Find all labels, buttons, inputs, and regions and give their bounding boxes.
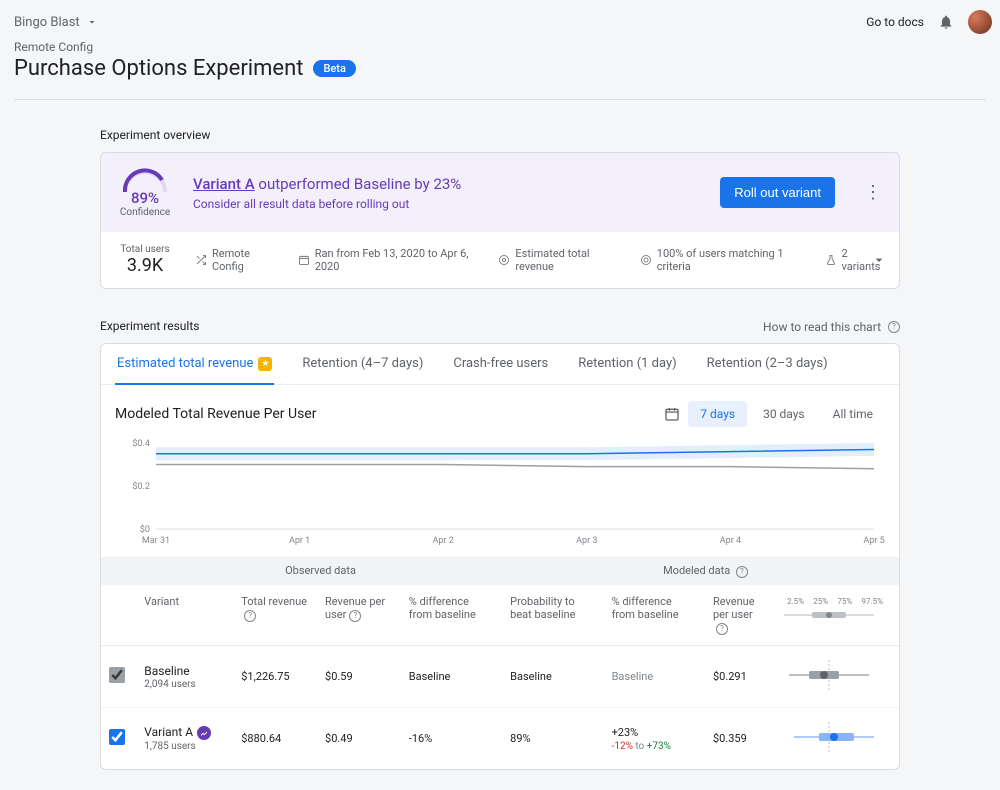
rev-per-user-modeled-cell: $0.291 [705,646,771,708]
svg-text:Apr 2: Apr 2 [433,536,454,546]
prob-beat-cell: Baseline [502,646,603,708]
rev-per-user-cell: $0.49 [317,708,401,770]
overview-card: 89% Confidence Variant A outperformed Ba… [100,152,900,289]
range-all-time[interactable]: All time [821,401,885,427]
shuffle-icon [195,254,207,266]
leader-icon [197,726,211,740]
total-revenue-cell: $880.64 [233,708,317,770]
meta-goal: Estimated total revenue [498,247,617,273]
table-row: Baseline2,094 users $1,226.75 $0.59 Base… [101,646,899,708]
svg-text:$0.2: $0.2 [132,481,150,492]
distribution-viz [779,722,879,752]
chevron-down-icon[interactable] [871,252,887,268]
col-revenue-per-user: Revenue per user? [317,585,401,646]
pct-diff-cell: -16% [401,708,502,770]
confidence-label: Confidence [120,207,170,218]
svg-text:$0: $0 [140,524,150,535]
overflow-menu-icon[interactable]: ⋮ [863,182,883,203]
target-icon [498,254,510,266]
calendar-icon[interactable] [664,406,680,422]
total-revenue-cell: $1,226.75 [233,646,317,708]
prob-beat-cell: 89% [502,708,603,770]
metric-tabs: Estimated total revenue ★ Retention (4–7… [101,344,899,385]
modeled-data-label: Modeled data ? [512,557,899,585]
flask-icon [825,254,837,266]
date-range-group: 7 days 30 days All time [664,401,885,427]
distribution-cell [771,708,899,770]
col-prob-beat: Probability to beat baseline [502,585,603,646]
caret-down-icon [86,16,98,28]
project-name: Bingo Blast [14,15,80,30]
calendar-icon [298,254,310,266]
range-7-days[interactable]: 7 days [688,401,747,427]
rev-per-user-cell: $0.59 [317,646,401,708]
page-title: Purchase Options Experiment [14,56,303,81]
pct-diff-modeled-cell: Baseline [604,646,705,708]
col-variant: Variant [136,585,233,646]
help-icon: ? [244,610,256,622]
svg-text:Apr 4: Apr 4 [720,536,741,546]
observed-data-label: Observed data [129,557,512,585]
beta-badge: Beta [313,60,355,77]
col-pct-diff-modeled: % difference from baseline [604,585,705,646]
how-to-read-link[interactable]: How to read this chart ? [763,320,900,334]
distribution-viz [779,660,879,690]
variant-checkbox[interactable] [109,729,125,745]
docs-link[interactable]: Go to docs [866,15,924,29]
rollout-button[interactable]: Roll out variant [720,177,835,208]
winning-variant-link[interactable]: Variant A [193,175,255,193]
pct-diff-cell: Baseline [401,646,502,708]
variant-checkbox[interactable] [109,667,125,683]
confidence-value: 89% [131,189,159,207]
svg-text:Mar 31: Mar 31 [142,536,170,546]
meta-source: Remote Config [195,247,276,273]
col-revenue-per-user-modeled: Revenue per user? [705,585,771,646]
svg-text:Apr 1: Apr 1 [289,536,310,546]
table-row: Variant A1,785 users $880.64 $0.49 -16% … [101,708,899,770]
primary-goal-icon: ★ [258,357,272,371]
bell-icon[interactable] [938,14,954,30]
table-group-header: Observed data Modeled data ? [101,557,899,585]
chart-title: Modeled Total Revenue Per User [115,406,316,422]
tab-crash-free[interactable]: Crash-free users [451,344,550,385]
range-30-days[interactable]: 30 days [751,401,817,427]
svg-text:Apr 3: Apr 3 [576,536,597,546]
rev-per-user-modeled-cell: $0.359 [705,708,771,770]
distribution-scale: 2.5%25%75%97.5% [779,595,891,610]
confidence-gauge: 89% Confidence [117,167,173,218]
total-users-label: Total users [120,244,169,255]
results-section-title: Experiment results [100,319,199,333]
col-total-revenue: Total revenue? [233,585,317,646]
meta-dates: Ran from Feb 13, 2020 to Apr 6, 2020 [298,247,477,273]
pct-diff-modeled-cell: +23%-12% to +73% [604,708,705,770]
results-card: Estimated total revenue ★ Retention (4–7… [100,343,900,770]
svg-text:Apr 5: Apr 5 [863,536,884,546]
tab-retention-2-3[interactable]: Retention (2–3 days) [705,344,830,385]
overview-subtext: Consider all result data before rolling … [193,197,700,211]
svg-text:$0.4: $0.4 [132,438,150,449]
results-table: Variant Total revenue? Revenue per user?… [101,585,899,769]
total-users-value: 3.9K [127,255,163,276]
variant-name-cell: Variant A1,785 users [136,708,233,770]
revenue-chart: $0 $0.2 $0.4 Mar 31 Apr 1 Apr 2 Apr 3 Apr 4 Apr … [115,437,885,547]
tab-retention-1[interactable]: Retention (1 day) [576,344,678,385]
variant-name-cell: Baseline2,094 users [136,646,233,708]
overview-headline: Variant A outperformed Baseline by 23% [193,175,700,193]
section-label: Remote Config [14,40,986,54]
help-icon: ? [888,321,900,333]
overview-section-title: Experiment overview [100,128,900,142]
scale-viz [779,610,879,620]
help-icon: ? [736,566,748,578]
col-pct-diff: % difference from baseline [401,585,502,646]
distribution-cell [771,646,899,708]
meta-match: 100% of users matching 1 criteria [640,247,803,273]
tab-retention-4-7[interactable]: Retention (4–7 days) [300,344,425,385]
tab-estimated-revenue[interactable]: Estimated total revenue ★ [115,344,274,385]
project-switcher[interactable]: Bingo Blast [14,15,98,30]
help-icon: ? [716,623,728,635]
avatar[interactable] [968,10,992,34]
help-icon: ? [349,610,361,622]
at-icon [640,254,652,266]
